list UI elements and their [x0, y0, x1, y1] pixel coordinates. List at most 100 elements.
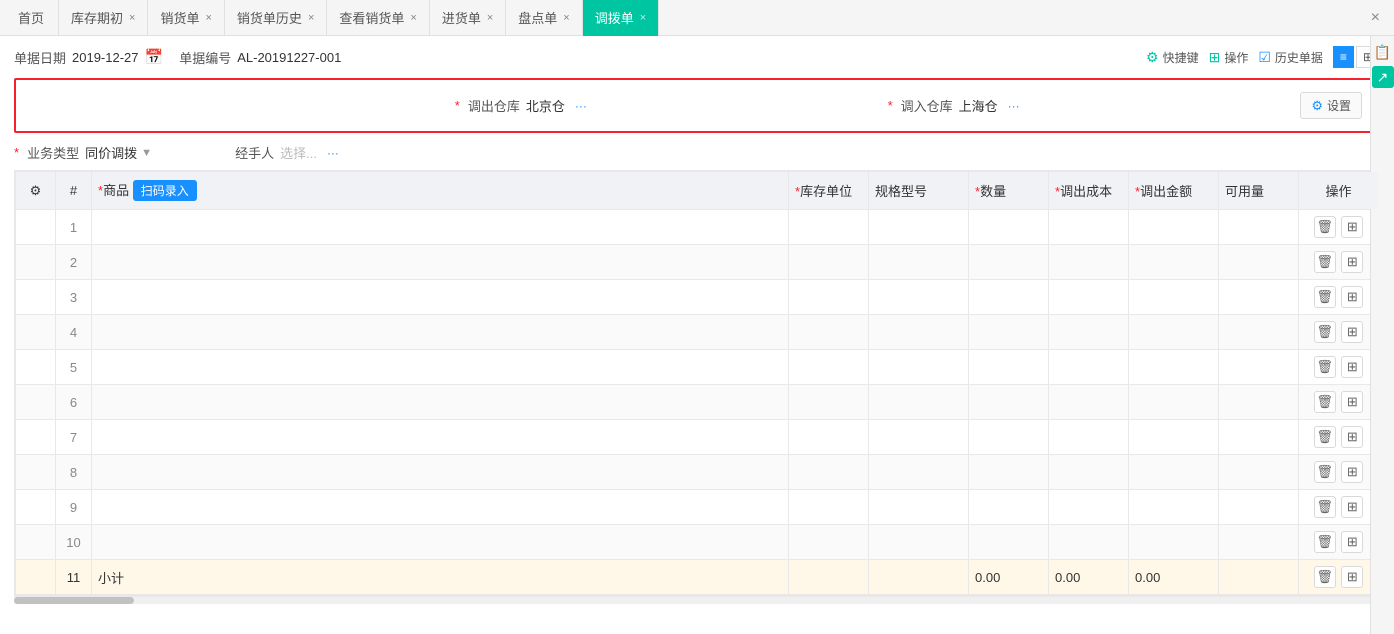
tab-transfer-order[interactable]: 调拨单 × — [583, 0, 659, 36]
row-op-cell: 🗑 ⊞ — [1299, 525, 1379, 560]
row-goods-cell[interactable] — [92, 210, 789, 245]
in-warehouse-more[interactable]: ··· — [1008, 99, 1020, 113]
subtotal-op-cell: 🗑 ⊞ — [1299, 560, 1379, 595]
tab-close-transfer-order[interactable]: × — [640, 12, 646, 24]
tab-inventory-init[interactable]: 库存期初 × — [59, 0, 148, 36]
scroll-thumb[interactable] — [14, 597, 134, 604]
row-goods-cell[interactable] — [92, 350, 789, 385]
sidebar-notes-icon[interactable]: 📋 — [1373, 42, 1393, 62]
dropdown-arrow-icon[interactable]: ▼ — [141, 147, 152, 159]
operations-button[interactable]: ⊞ 操作 — [1209, 49, 1249, 66]
delete-row-icon[interactable]: 🗑 — [1314, 286, 1336, 308]
tab-sales-history[interactable]: 销货单历史 × — [225, 0, 327, 36]
tab-home[interactable]: 首页 — [4, 0, 59, 36]
column-settings-button[interactable]: ⚙ 设置 — [1300, 92, 1362, 119]
tab-view-sales[interactable]: 查看销货单 × — [327, 0, 429, 36]
row-num-cell: 3 — [56, 280, 92, 315]
delete-row-icon[interactable]: 🗑 — [1314, 531, 1336, 553]
delete-icon[interactable]: 🗑 — [1314, 566, 1336, 588]
business-type-select[interactable]: 同价调拨 ▼ — [85, 143, 205, 162]
row-goods-cell[interactable] — [92, 315, 789, 350]
row-unit-cell — [789, 455, 869, 490]
delete-row-icon[interactable]: 🗑 — [1314, 496, 1336, 518]
history-label: 历史单据 — [1275, 49, 1323, 66]
horizontal-scrollbar[interactable] — [14, 596, 1380, 604]
delete-row-icon[interactable]: 🗑 — [1314, 321, 1336, 343]
delete-row-icon[interactable]: 🗑 — [1314, 356, 1336, 378]
out-warehouse-more[interactable]: ··· — [575, 99, 587, 113]
delete-row-icon[interactable]: 🗑 — [1314, 251, 1336, 273]
tab-sales-order[interactable]: 销货单 × — [148, 0, 224, 36]
row-spec-cell — [869, 385, 969, 420]
row-op-cell: 🗑 ⊞ — [1299, 245, 1379, 280]
handler-select[interactable]: 选择... — [280, 143, 317, 162]
row-spec-cell — [869, 245, 969, 280]
delete-row-icon[interactable]: 🗑 — [1314, 461, 1336, 483]
row-avail-cell — [1219, 315, 1299, 350]
copy-row-icon[interactable]: ⊞ — [1341, 426, 1363, 448]
tab-close-inventory-count[interactable]: × — [563, 12, 569, 24]
copy-row-icon[interactable]: ⊞ — [1341, 391, 1363, 413]
row-goods-cell[interactable] — [92, 490, 789, 525]
table-row: 4 🗑 ⊞ — [16, 315, 1379, 350]
tab-inventory-count[interactable]: 盘点单 × — [506, 0, 582, 36]
row-goods-cell[interactable] — [92, 525, 789, 560]
settings-icon: ⚙ — [1311, 98, 1323, 114]
row-goods-cell[interactable] — [92, 455, 789, 490]
tab-close-sales-history[interactable]: × — [308, 12, 314, 24]
row-goods-cell[interactable] — [92, 420, 789, 455]
row-unit-cell — [789, 350, 869, 385]
row-qty-cell — [969, 385, 1049, 420]
row-goods-cell[interactable] — [92, 280, 789, 315]
row-amount-cell — [1129, 455, 1219, 490]
delete-row-icon[interactable]: 🗑 — [1314, 216, 1336, 238]
window-close-button[interactable]: × — [1361, 0, 1390, 36]
business-type-field: * 业务类型 同价调拨 ▼ — [14, 143, 205, 162]
copy-row-icon[interactable]: ⊞ — [1341, 251, 1363, 273]
row-goods-cell[interactable] — [92, 245, 789, 280]
row-avail-cell — [1219, 350, 1299, 385]
in-warehouse-value[interactable]: 上海仓 — [959, 96, 998, 115]
tab-close-view-sales[interactable]: × — [410, 12, 416, 24]
out-warehouse-value[interactable]: 北京仓 — [526, 96, 565, 115]
copy-row-icon[interactable]: ⊞ — [1341, 356, 1363, 378]
handler-more[interactable]: ··· — [327, 146, 339, 160]
delete-row-icon[interactable]: 🗑 — [1314, 426, 1336, 448]
copy-row-icon[interactable]: ⊞ — [1341, 531, 1363, 553]
shortcut-icon: ⚙ — [1146, 49, 1159, 66]
history-orders-button[interactable]: ☑ 历史单据 — [1258, 49, 1323, 66]
copy-row-icon[interactable]: ⊞ — [1341, 216, 1363, 238]
row-num-cell: 1 — [56, 210, 92, 245]
tab-close-sales-order[interactable]: × — [205, 12, 211, 24]
copy-icon[interactable]: ⊞ — [1341, 566, 1363, 588]
copy-row-icon[interactable]: ⊞ — [1341, 321, 1363, 343]
subtotal-avail-cell — [1219, 560, 1299, 595]
row-cost-cell — [1049, 385, 1129, 420]
copy-row-icon[interactable]: ⊞ — [1341, 496, 1363, 518]
delete-row-icon[interactable]: 🗑 — [1314, 391, 1336, 413]
copy-row-icon[interactable]: ⊞ — [1341, 461, 1363, 483]
row-op-cell: 🗑 ⊞ — [1299, 315, 1379, 350]
row-goods-cell[interactable] — [92, 385, 789, 420]
shortcut-key-button[interactable]: ⚙ 快捷键 — [1146, 49, 1199, 66]
row-avail-cell — [1219, 210, 1299, 245]
handler-field: 经手人 选择... ··· — [235, 143, 339, 162]
row-avail-cell — [1219, 455, 1299, 490]
row-qty-cell — [969, 455, 1049, 490]
col-header-settings[interactable]: ⚙ — [16, 172, 56, 210]
tab-close-purchase-order[interactable]: × — [487, 12, 493, 24]
tab-purchase-order[interactable]: 进货单 × — [430, 0, 506, 36]
sidebar-export-icon[interactable]: ↗ — [1372, 66, 1394, 88]
table-header-row: ⚙ # *商品 扫码录入 *库存单位 规格型号 *数量 *调出成本 *调出金额 … — [16, 172, 1379, 210]
tab-close-inventory-init[interactable]: × — [129, 12, 135, 24]
secondary-form-row: * 业务类型 同价调拨 ▼ 经手人 选择... ··· — [14, 143, 1380, 170]
scan-entry-button[interactable]: 扫码录入 — [133, 180, 197, 201]
row-qty-cell — [969, 525, 1049, 560]
row-amount-cell — [1129, 315, 1219, 350]
doc-header-right: ⚙ 快捷键 ⊞ 操作 ☑ 历史单据 ≡ ⊞ — [1146, 46, 1380, 68]
calendar-icon[interactable]: 📅 — [145, 48, 164, 66]
row-cost-cell — [1049, 245, 1129, 280]
row-cost-cell — [1049, 490, 1129, 525]
copy-row-icon[interactable]: ⊞ — [1341, 286, 1363, 308]
view-toggle-list[interactable]: ≡ — [1333, 46, 1354, 68]
